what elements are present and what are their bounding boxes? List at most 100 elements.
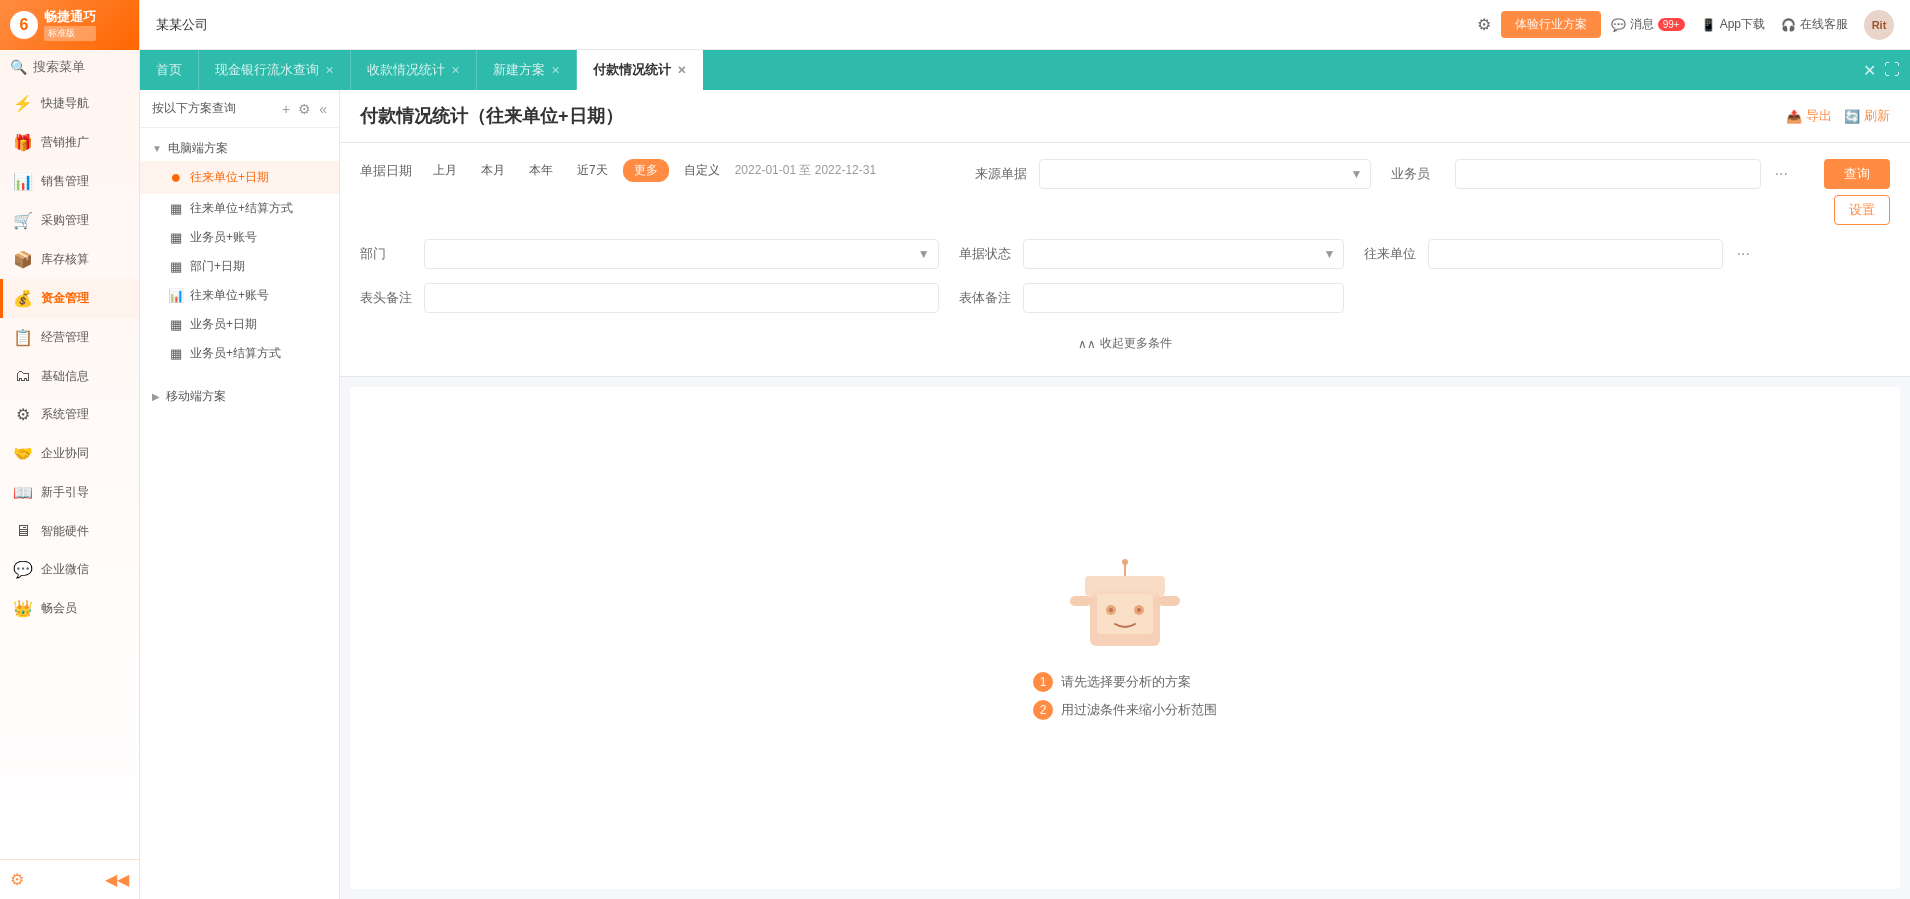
mobile-group-arrow: ▶ <box>152 391 160 402</box>
inventory-icon: 📦 <box>13 250 33 269</box>
user-avatar[interactable]: Rit <box>1864 10 1894 40</box>
date-this-month-btn[interactable]: 本月 <box>472 159 514 182</box>
sidebar-item-purchase[interactable]: 🛒 采购管理 <box>0 201 139 240</box>
page-actions: 📤 导出 🔄 刷新 <box>1786 107 1890 125</box>
header-settings-icon[interactable]: ⚙ <box>1477 15 1491 34</box>
schema-item-partner-settle[interactable]: ▦ 往来单位+结算方式 <box>140 194 339 223</box>
filter-body-remark-item: 表体备注 <box>959 283 1345 313</box>
tab-new-plan-close[interactable]: ✕ <box>551 64 560 77</box>
dept-select[interactable]: ▼ <box>424 239 939 269</box>
header-remark-input[interactable] <box>424 283 939 313</box>
date-more-btn[interactable]: 更多 <box>623 159 669 182</box>
date-last-month-btn[interactable]: 上月 <box>424 159 466 182</box>
footer-collapse-icon[interactable]: ◀◀ <box>105 870 129 889</box>
sidebar-item-marketing[interactable]: 🎁 营销推广 <box>0 123 139 162</box>
sidebar-nav: ⚡ 快捷导航 🎁 营销推广 📊 销售管理 🛒 采购管理 📦 库存核算 💰 资金管… <box>0 84 139 859</box>
sidebar-item-sales[interactable]: 📊 销售管理 <box>0 162 139 201</box>
filter-source-item: 来源单据 ▼ <box>975 159 1372 189</box>
tab-bank-flow[interactable]: 现金银行流水查询 ✕ <box>199 50 351 90</box>
schema-item-staff-date[interactable]: ▦ 业务员+日期 <box>140 310 339 339</box>
add-schema-btn[interactable]: + <box>282 101 290 117</box>
schema-settings-btn[interactable]: ⚙ <box>298 101 311 117</box>
sidebar-label-guide: 新手引导 <box>41 484 89 501</box>
message-badge: 99+ <box>1658 18 1685 31</box>
refresh-btn[interactable]: 🔄 刷新 <box>1844 107 1890 125</box>
sidebar-item-operation[interactable]: 📋 经营管理 <box>0 318 139 357</box>
smart-hw-icon: 🖥 <box>13 522 33 540</box>
sidebar-item-wechat[interactable]: 💬 企业微信 <box>0 550 139 589</box>
schema-item-partner-account[interactable]: 📊 往来单位+账号 <box>140 281 339 310</box>
staff-ellipsis-btn[interactable]: ··· <box>1775 165 1788 183</box>
sidebar-label-system: 系统管理 <box>41 406 89 423</box>
sidebar-item-inventory[interactable]: 📦 库存核算 <box>0 240 139 279</box>
staff-settle-icon: ▦ <box>168 346 184 361</box>
partner-select[interactable] <box>1428 239 1722 269</box>
sidebar-label-marketing: 营销推广 <box>41 134 89 151</box>
sidebar-label-sales: 销售管理 <box>41 173 89 190</box>
staff-label: 业务员 <box>1391 165 1447 183</box>
desktop-group-label: 电脑端方案 <box>168 140 228 157</box>
tab-new-plan[interactable]: 新建方案 ✕ <box>477 50 577 90</box>
collapse-arrow-icon: ∧∧ <box>1078 337 1096 351</box>
logo-badge: 标准版 <box>44 26 96 41</box>
tab-pay-stat[interactable]: 付款情况统计 ✕ <box>577 50 703 90</box>
sidebar-item-quick-nav[interactable]: ⚡ 快捷导航 <box>0 84 139 123</box>
message-btn[interactable]: 💬 消息 99+ <box>1611 16 1685 33</box>
partner-ellipsis-btn[interactable]: ··· <box>1737 245 1750 263</box>
tab-expand-icon[interactable]: ⛶ <box>1884 61 1900 79</box>
staff-select[interactable] <box>1455 159 1760 189</box>
sidebar-search[interactable]: 🔍 搜索菜单 <box>0 50 139 84</box>
body-remark-input[interactable] <box>1023 283 1345 313</box>
query-btn[interactable]: 查询 <box>1824 159 1890 189</box>
collapse-conditions-btn[interactable]: ∧∧ 收起更多条件 <box>360 327 1890 360</box>
sidebar-item-member[interactable]: 👑 畅会员 <box>0 589 139 628</box>
try-industry-btn[interactable]: 体验行业方案 <box>1501 11 1601 38</box>
body-remark-label: 表体备注 <box>959 289 1015 307</box>
tab-bank-flow-close[interactable]: ✕ <box>325 64 334 77</box>
sidebar-label-enterprise: 企业协同 <box>41 445 89 462</box>
staff-account-icon: ▦ <box>168 230 184 245</box>
sidebar: 6 畅捷通巧 标准版 🔍 搜索菜单 ⚡ 快捷导航 🎁 营销推广 📊 销售管理 🛒… <box>0 0 140 899</box>
main-area: 某某公司 ⚙ 体验行业方案 💬 消息 99+ 📱 App下载 🎧 在线客服 Ri… <box>140 0 1910 899</box>
sidebar-item-capital[interactable]: 💰 资金管理 <box>0 279 139 318</box>
schema-group-mobile-title[interactable]: ▶ 移动端方案 <box>140 384 339 409</box>
quick-nav-icon: ⚡ <box>13 94 33 113</box>
phone-icon: 📱 <box>1701 18 1716 32</box>
tab-receipt-stat[interactable]: 收款情况统计 ✕ <box>351 50 477 90</box>
dept-arrow: ▼ <box>918 247 930 261</box>
tab-new-plan-label: 新建方案 <box>493 61 545 79</box>
schema-item-dept-date[interactable]: ▦ 部门+日期 <box>140 252 339 281</box>
doc-status-select[interactable]: ▼ <box>1023 239 1345 269</box>
online-service-btn[interactable]: 🎧 在线客服 <box>1781 16 1848 33</box>
panel-collapse-btn[interactable]: « <box>319 101 327 117</box>
sidebar-item-base-info[interactable]: 🗂 基础信息 <box>0 357 139 395</box>
left-panel-title: 按以下方案查询 <box>152 100 274 117</box>
sidebar-item-smart-hw[interactable]: 🖥 智能硬件 <box>0 512 139 550</box>
filter-settings-btn[interactable]: 设置 <box>1834 195 1890 225</box>
tab-receipt-stat-close[interactable]: ✕ <box>451 64 460 77</box>
date-last7-btn[interactable]: 近7天 <box>568 159 617 182</box>
schema-item-staff-account[interactable]: ▦ 业务员+账号 <box>140 223 339 252</box>
source-doc-label: 来源单据 <box>975 165 1031 183</box>
schema-item-partner-date[interactable]: ● 往来单位+日期 <box>140 161 339 194</box>
app-download-btn[interactable]: 📱 App下载 <box>1701 16 1765 33</box>
svg-point-5 <box>1109 608 1113 612</box>
source-doc-select[interactable]: ▼ <box>1039 159 1372 189</box>
schema-item-staff-settle[interactable]: ▦ 业务员+结算方式 <box>140 339 339 368</box>
capital-icon: 💰 <box>13 289 33 308</box>
tabs-actions: ✕ ⛶ <box>1853 50 1910 90</box>
footer-settings-icon[interactable]: ⚙ <box>10 870 24 889</box>
schema-group-desktop: ▼ 电脑端方案 ● 往来单位+日期 ▦ 往来单位+结算方式 ▦ 业务员+账号 ▦ <box>140 128 339 376</box>
sidebar-item-guide[interactable]: 📖 新手引导 <box>0 473 139 512</box>
schema-group-desktop-title[interactable]: ▼ 电脑端方案 <box>140 136 339 161</box>
tab-home[interactable]: 首页 <box>140 50 199 90</box>
sidebar-item-enterprise[interactable]: 🤝 企业协同 <box>0 434 139 473</box>
sidebar-item-system[interactable]: ⚙ 系统管理 <box>0 395 139 434</box>
date-custom-btn[interactable]: 自定义 <box>675 159 729 182</box>
export-btn[interactable]: 📤 导出 <box>1786 107 1832 125</box>
export-icon: 📤 <box>1786 109 1802 124</box>
date-this-year-btn[interactable]: 本年 <box>520 159 562 182</box>
sidebar-label-quick-nav: 快捷导航 <box>41 95 89 112</box>
tab-close-all-icon[interactable]: ✕ <box>1863 61 1876 80</box>
tab-pay-stat-close[interactable]: ✕ <box>677 64 686 77</box>
